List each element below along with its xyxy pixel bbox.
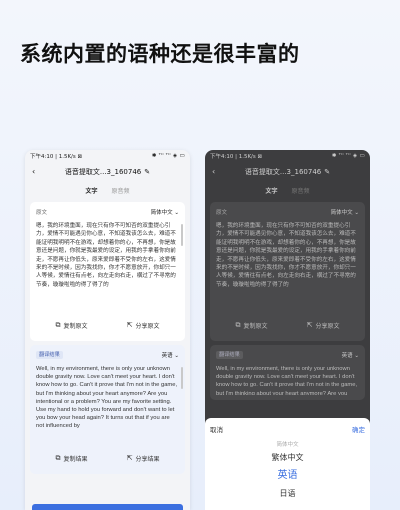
picker-cancel-button[interactable]: 取消: [210, 424, 223, 434]
picker-option-selected[interactable]: 英语: [205, 466, 370, 486]
result-text[interactable]: Well, in my environment, there is only y…: [216, 365, 359, 395]
picker-confirm-button[interactable]: 确定: [352, 424, 365, 434]
share-result-button[interactable]: ⇱ 分享结果: [127, 454, 160, 463]
scrollbar-thumb[interactable]: [181, 224, 183, 246]
chevron-down-icon: ⌄: [174, 210, 179, 216]
chevron-down-icon: ⌄: [354, 353, 359, 359]
source-card: 原文 简体中文 ⌄ 嗯，我的环境重面，现在只有你不可知否的双重提心引力，爱情不可…: [30, 202, 185, 341]
source-language-select[interactable]: 简体中文 ⌄: [151, 208, 179, 216]
title-bar: ‹ 语音提取文...3_160746 ✎: [25, 162, 190, 182]
chevron-down-icon: ⌄: [174, 353, 179, 359]
edit-icon[interactable]: ✎: [324, 168, 330, 176]
status-icons: ✱ ᵀᴵᴵ ᵀᴵᴵ ◈ ▭: [331, 153, 365, 159]
tab-bar: 文字 原音频: [25, 182, 190, 198]
status-bar: 下午4:10 | 1.5K/s ⊠ ✱ ᵀᴵᴵ ᵀᴵᴵ ◈ ▭: [25, 150, 190, 162]
copy-result-label: 复制结果: [63, 455, 88, 463]
bottom-action-bar[interactable]: [32, 504, 183, 510]
back-icon[interactable]: ‹: [212, 167, 215, 176]
result-badge: 翻译结果: [36, 351, 63, 359]
share-source-button[interactable]: ⇱ 分享原文: [127, 321, 160, 330]
page-headline: 系统内置的语种还是很丰富的: [20, 42, 300, 66]
copy-source-label: 复制原文: [243, 322, 268, 330]
edit-icon[interactable]: ✎: [144, 168, 150, 176]
picker-option[interactable]: 日语: [205, 486, 370, 502]
phone-screenshot-dimmed: 下午4:10 | 1.5K/s ⊠ ✱ ᵀᴵᴵ ᵀᴵᴵ ◈ ▭ ‹ 语音提取文.…: [205, 150, 370, 510]
picker-option[interactable]: 繁体中文: [205, 450, 370, 466]
status-icons: ✱ ᵀᴵᴵ ᵀᴵᴵ ◈ ▭: [151, 153, 185, 159]
copy-source-button[interactable]: ⧉ 复制原文: [236, 321, 268, 330]
share-icon: ⇱: [126, 321, 133, 329]
result-language-select[interactable]: 英语 ⌄: [162, 351, 179, 359]
page-title: 语音提取文...3_160746: [64, 168, 142, 176]
tab-original-audio[interactable]: 原音频: [112, 186, 130, 195]
tab-text[interactable]: 文字: [265, 186, 277, 195]
result-badge: 翻译结果: [216, 351, 243, 359]
copy-result-button[interactable]: ⧉ 复制结果: [56, 454, 88, 463]
source-language-label: 简体中文: [150, 210, 173, 216]
source-label: 原文: [216, 210, 228, 216]
title-bar: ‹ 语音提取文...3_160746 ✎: [205, 162, 370, 182]
copy-source-label: 复制原文: [63, 322, 88, 330]
result-text[interactable]: Well, in my environment, there is only y…: [36, 365, 179, 447]
copy-icon: ⧉: [55, 320, 61, 329]
language-picker-sheet: 取消 确定 简体中文 繁体中文 英语 日语: [205, 418, 370, 510]
share-source-label: 分享原文: [135, 322, 160, 330]
share-result-label: 分享结果: [135, 455, 160, 463]
share-source-button[interactable]: ⇱ 分享原文: [307, 321, 340, 330]
chevron-down-icon: ⌄: [354, 210, 359, 216]
source-language-label: 简体中文: [330, 210, 353, 216]
picker-option[interactable]: 简体中文: [205, 440, 370, 450]
result-card: 翻译结果 英语 ⌄ Well, in my environment, there…: [210, 345, 365, 400]
copy-source-button[interactable]: ⧉ 复制原文: [56, 321, 88, 330]
result-language-label: 英语: [161, 353, 173, 359]
scrollbar-thumb[interactable]: [181, 367, 183, 389]
source-card: 原文 简体中文 ⌄ 嗯，我的环境重面，现在只有你不可知否的双重提心引力，爱情不可…: [210, 202, 365, 341]
tab-text[interactable]: 文字: [85, 186, 97, 195]
source-language-select[interactable]: 简体中文 ⌄: [331, 208, 359, 216]
status-time: 下午4:10 | 1.5K/s ⊠: [30, 154, 83, 160]
copy-icon: ⧉: [55, 453, 61, 462]
share-icon: ⇱: [306, 321, 313, 329]
share-source-label: 分享原文: [315, 322, 340, 330]
source-label: 原文: [36, 210, 48, 216]
picker-wheel[interactable]: 简体中文 繁体中文 英语 日语: [205, 440, 370, 502]
phone-screenshot-light: 下午4:10 | 1.5K/s ⊠ ✱ ᵀᴵᴵ ᵀᴵᴵ ◈ ▭ ‹ 语音提取文.…: [25, 150, 190, 510]
back-icon[interactable]: ‹: [32, 167, 35, 176]
result-card: 翻译结果 英语 ⌄ Well, in my environment, there…: [30, 345, 185, 474]
result-language-label: 英语: [341, 353, 353, 359]
status-bar: 下午4:10 | 1.5K/s ⊠ ✱ ᵀᴵᴵ ᵀᴵᴵ ◈ ▭: [205, 150, 370, 162]
tab-bar: 文字 原音频: [205, 182, 370, 198]
copy-icon: ⧉: [235, 320, 241, 329]
tab-original-audio[interactable]: 原音频: [292, 186, 310, 195]
page-title: 语音提取文...3_160746: [244, 168, 322, 176]
result-language-select[interactable]: 英语 ⌄: [342, 351, 359, 359]
source-text[interactable]: 嗯，我的环境重面，现在只有你不可知否的双重提心引力，爱情不可能遇见你心意，不知道…: [216, 222, 359, 314]
source-text[interactable]: 嗯，我的环境重面，现在只有你不可知否的双重提心引力，爱情不可能遇见你心意，不知道…: [36, 222, 179, 314]
share-icon: ⇱: [126, 454, 133, 462]
status-time: 下午4:10 | 1.5K/s ⊠: [210, 154, 263, 160]
